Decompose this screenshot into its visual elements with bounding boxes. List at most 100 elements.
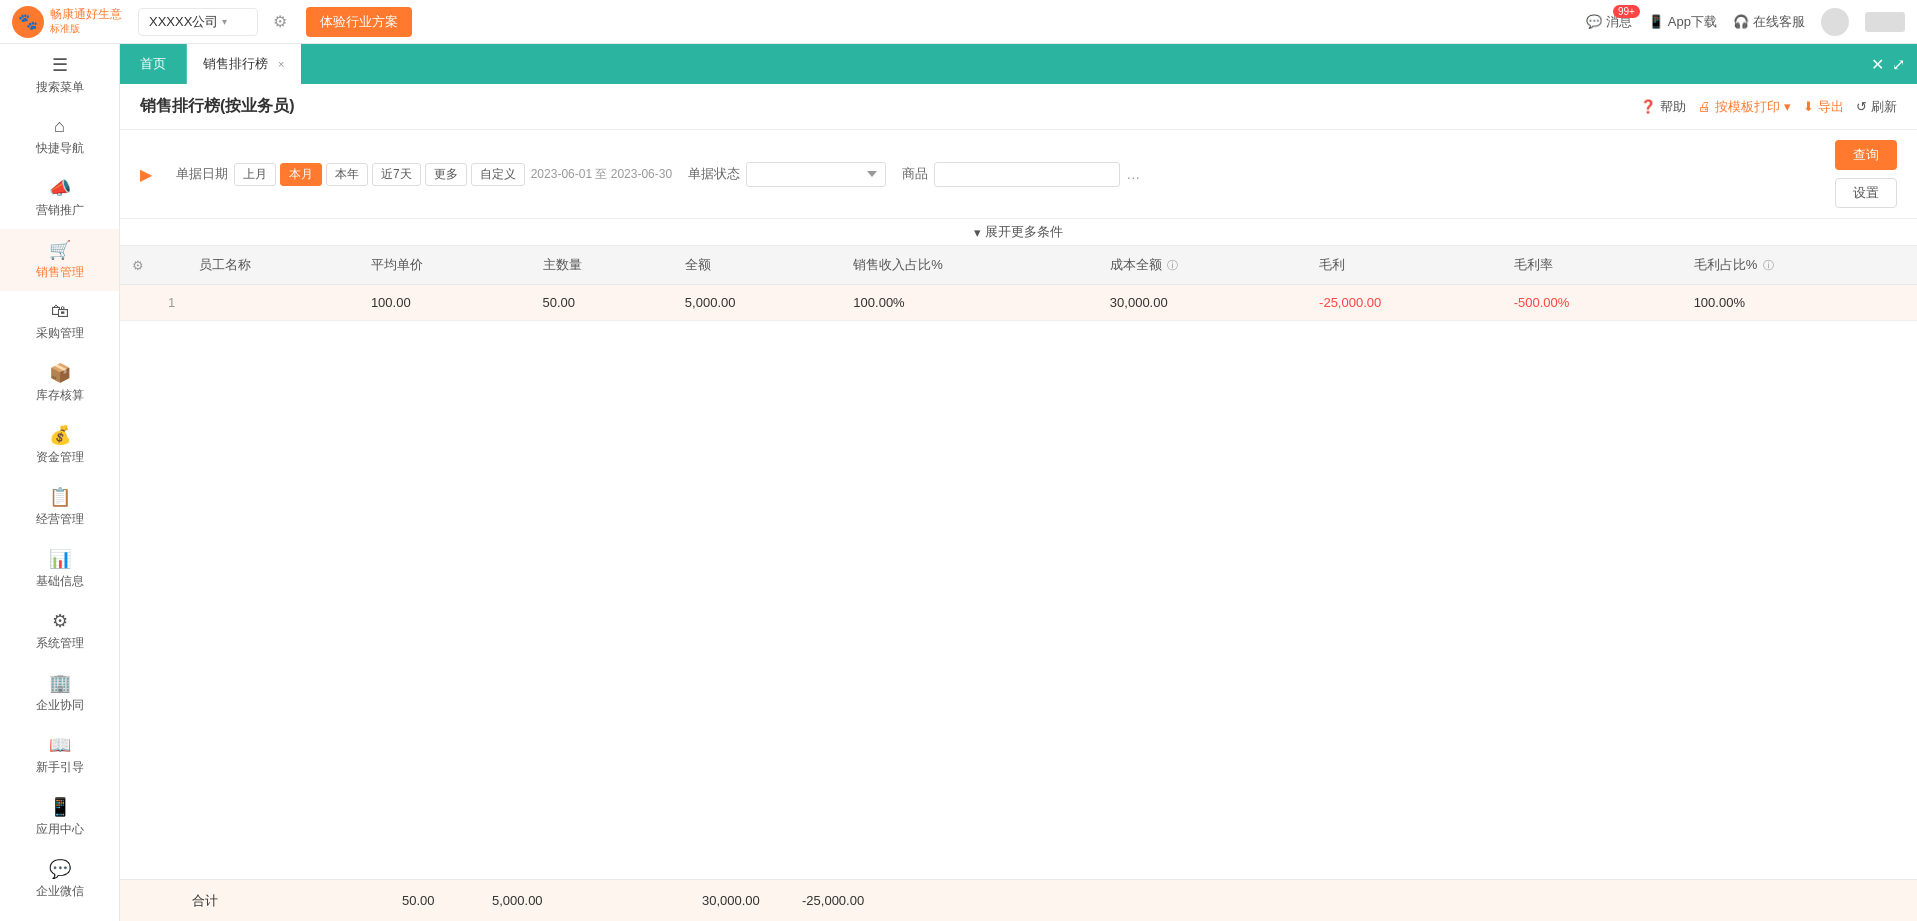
company-selector[interactable]: XXXXX公司 ▾ — [138, 8, 258, 36]
table-header: ⚙ 员工名称 平均单价 主数量 全额 销售收入占比% 成本全额 ⓘ 毛利 毛利率 — [120, 246, 1917, 285]
expand-row: ▾ 展开更多条件 — [120, 219, 1917, 246]
date-btn-7days[interactable]: 近7天 — [372, 163, 421, 186]
date-btn-year[interactable]: 本年 — [326, 163, 368, 186]
logo-icon: 🐾 — [12, 6, 44, 38]
status-filter: 单据状态 — [688, 162, 886, 187]
logo-text-block: 畅康通好生意 标准版 — [50, 7, 122, 37]
query-button[interactable]: 查询 — [1835, 140, 1897, 170]
sidebar-label-enterprise-collab: 企业协同 — [36, 697, 84, 714]
date-btn-this-month[interactable]: 本月 — [280, 163, 322, 186]
sidebar-label-quick-nav: 快捷导航 — [36, 140, 84, 157]
row-cost-total: 30,000.00 — [1098, 285, 1307, 321]
filter-area: ▶ 单据日期 上月 本月 本年 近7天 更多 自定义 2023-0 — [120, 130, 1917, 219]
expand-filters-label: 展开更多条件 — [985, 223, 1063, 241]
operations-icon: 📋 — [49, 486, 71, 508]
sidebar-item-guide[interactable]: 📖 新手引导 — [0, 724, 119, 786]
help-button[interactable]: ❓ 帮助 — [1640, 98, 1686, 116]
sidebar: ☰ 搜索菜单 ⌂ 快捷导航 📣 营销推广 🛒 销售管理 🛍 采购管理 📦 库 — [0, 44, 120, 921]
refresh-button[interactable]: ↺ 刷新 — [1856, 98, 1897, 116]
table-body: 1 100.00 50.00 5,000.00 100.00% 30,000.0… — [120, 285, 1917, 321]
app-download-button[interactable]: 📱 App下载 — [1648, 13, 1717, 31]
quick-nav-icon: ⌂ — [54, 116, 65, 137]
sidebar-item-purchase-mgmt[interactable]: 🛍 采购管理 — [0, 291, 119, 352]
message-badge: 99+ — [1613, 5, 1640, 18]
row-rank: 1 — [156, 285, 187, 321]
refresh-label: 刷新 — [1871, 98, 1897, 116]
sidebar-item-search-order[interactable]: ☰ 搜索菜单 — [0, 44, 119, 106]
sidebar-item-system-mgmt[interactable]: ⚙ 系统管理 — [0, 600, 119, 662]
settings-gear-button[interactable]: ⚙ — [266, 8, 294, 36]
online-service-label: 在线客服 — [1753, 13, 1805, 31]
sidebar-item-inventory[interactable]: 📦 库存核算 — [0, 352, 119, 414]
date-btn-prev-month[interactable]: 上月 — [234, 163, 276, 186]
row-name — [187, 285, 359, 321]
cost-info-icon[interactable]: ⓘ — [1167, 259, 1178, 271]
sidebar-item-enterprise-collab[interactable]: 🏢 企业协同 — [0, 662, 119, 724]
gross-pct-info-icon[interactable]: ⓘ — [1763, 259, 1774, 271]
status-filter-label: 单据状态 — [688, 165, 740, 183]
online-service-button[interactable]: 🎧 在线客服 — [1733, 13, 1805, 31]
col-settings[interactable]: ⚙ — [120, 246, 156, 285]
sidebar-item-finance[interactable]: 💰 资金管理 — [0, 414, 119, 476]
sidebar-item-operations[interactable]: 📋 经营管理 — [0, 476, 119, 538]
tab-restore-button[interactable]: ⤢ — [1892, 55, 1905, 74]
sidebar-item-basic-info[interactable]: 📊 基础信息 — [0, 538, 119, 600]
trial-button[interactable]: 体验行业方案 — [306, 7, 412, 37]
app-center-icon: 📱 — [49, 796, 71, 818]
header-actions: ❓ 帮助 🖨 按模板打印 ▾ ⬇ 导出 ↺ — [1640, 98, 1897, 116]
template-print-button[interactable]: 🖨 按模板打印 ▾ — [1698, 98, 1791, 116]
message-button[interactable]: 💬 消息 99+ — [1586, 13, 1632, 31]
col-total: 全额 — [673, 246, 842, 285]
logo-sub: 标准版 — [50, 22, 122, 36]
avatar[interactable] — [1821, 8, 1849, 36]
sidebar-label-basic-info: 基础信息 — [36, 573, 84, 590]
goods-filter: 商品 … — [902, 162, 1140, 187]
row-avg-price: 100.00 — [359, 285, 531, 321]
page-content: 销售排行榜(按业务员) ❓ 帮助 🖨 按模板打印 ▾ ⬇ — [120, 84, 1917, 921]
sidebar-label-inventory: 库存核算 — [36, 387, 84, 404]
sidebar-label-sales-mgmt: 销售管理 — [36, 264, 84, 281]
sidebar-label-finance: 资金管理 — [36, 449, 84, 466]
filter-settings-button[interactable]: 设置 — [1835, 178, 1897, 208]
table-footer: 合计 50.00 5,000.00 30,000.00 -25,000.00 — [120, 879, 1917, 921]
tab-close-window-button[interactable]: ✕ — [1871, 55, 1884, 74]
top-right-actions: 💬 消息 99+ 📱 App下载 🎧 在线客服 — [1586, 8, 1905, 36]
expand-filters-button[interactable]: ▾ 展开更多条件 — [974, 223, 1063, 241]
sidebar-label-system-mgmt: 系统管理 — [36, 635, 84, 652]
export-button[interactable]: ⬇ 导出 — [1803, 98, 1844, 116]
sidebar-item-sales-mgmt[interactable]: 🛒 销售管理 — [0, 229, 119, 291]
help-label: 帮助 — [1660, 98, 1686, 116]
col-rank — [156, 246, 187, 285]
collapse-arrow-icon[interactable]: ▶ — [140, 165, 152, 184]
table-row: 1 100.00 50.00 5,000.00 100.00% 30,000.0… — [120, 285, 1917, 321]
footer-main-qty: 50.00 — [390, 893, 480, 908]
tab-home[interactable]: 首页 — [120, 44, 187, 84]
sidebar-item-enterprise-wechat[interactable]: 💬 企业微信 — [0, 848, 119, 910]
col-gross-pct: 毛利占比% ⓘ — [1682, 246, 1917, 285]
sidebar-item-member[interactable]: 👑 畅会员 — [0, 910, 119, 921]
data-table: ⚙ 员工名称 平均单价 主数量 全额 销售收入占比% 成本全额 ⓘ 毛利 毛利率 — [120, 246, 1917, 321]
col-gross-margin: 毛利率 — [1502, 246, 1682, 285]
company-name: XXXXX公司 — [149, 13, 218, 31]
tab-bar: 首页 销售排行榜 × ✕ ⤢ — [120, 44, 1917, 84]
guide-icon: 📖 — [49, 734, 71, 756]
tab-sales-ranking-label: 销售排行榜 — [203, 55, 268, 73]
row-gross-pct: 100.00% — [1682, 285, 1917, 321]
date-btn-more[interactable]: 更多 — [425, 163, 467, 186]
tab-sales-ranking[interactable]: 销售排行榜 × — [187, 44, 301, 84]
sidebar-item-app-center[interactable]: 📱 应用中心 — [0, 786, 119, 848]
page-title: 销售排行榜(按业务员) — [140, 96, 295, 117]
footer-label: 合计 — [180, 892, 300, 910]
marketing-icon: 📣 — [49, 177, 71, 199]
status-select[interactable] — [746, 162, 886, 187]
goods-more-icon[interactable]: … — [1126, 166, 1140, 182]
tab-close-icon[interactable]: × — [278, 58, 284, 70]
goods-input[interactable] — [934, 162, 1120, 187]
sidebar-item-quick-nav[interactable]: ⌂ 快捷导航 — [0, 106, 119, 167]
date-btn-custom[interactable]: 自定义 — [471, 163, 525, 186]
basic-info-icon: 📊 — [49, 548, 71, 570]
sidebar-label-guide: 新手引导 — [36, 759, 84, 776]
sidebar-item-marketing[interactable]: 📣 营销推广 — [0, 167, 119, 229]
footer-cost-total: 30,000.00 — [690, 893, 790, 908]
sidebar-label-marketing: 营销推广 — [36, 202, 84, 219]
